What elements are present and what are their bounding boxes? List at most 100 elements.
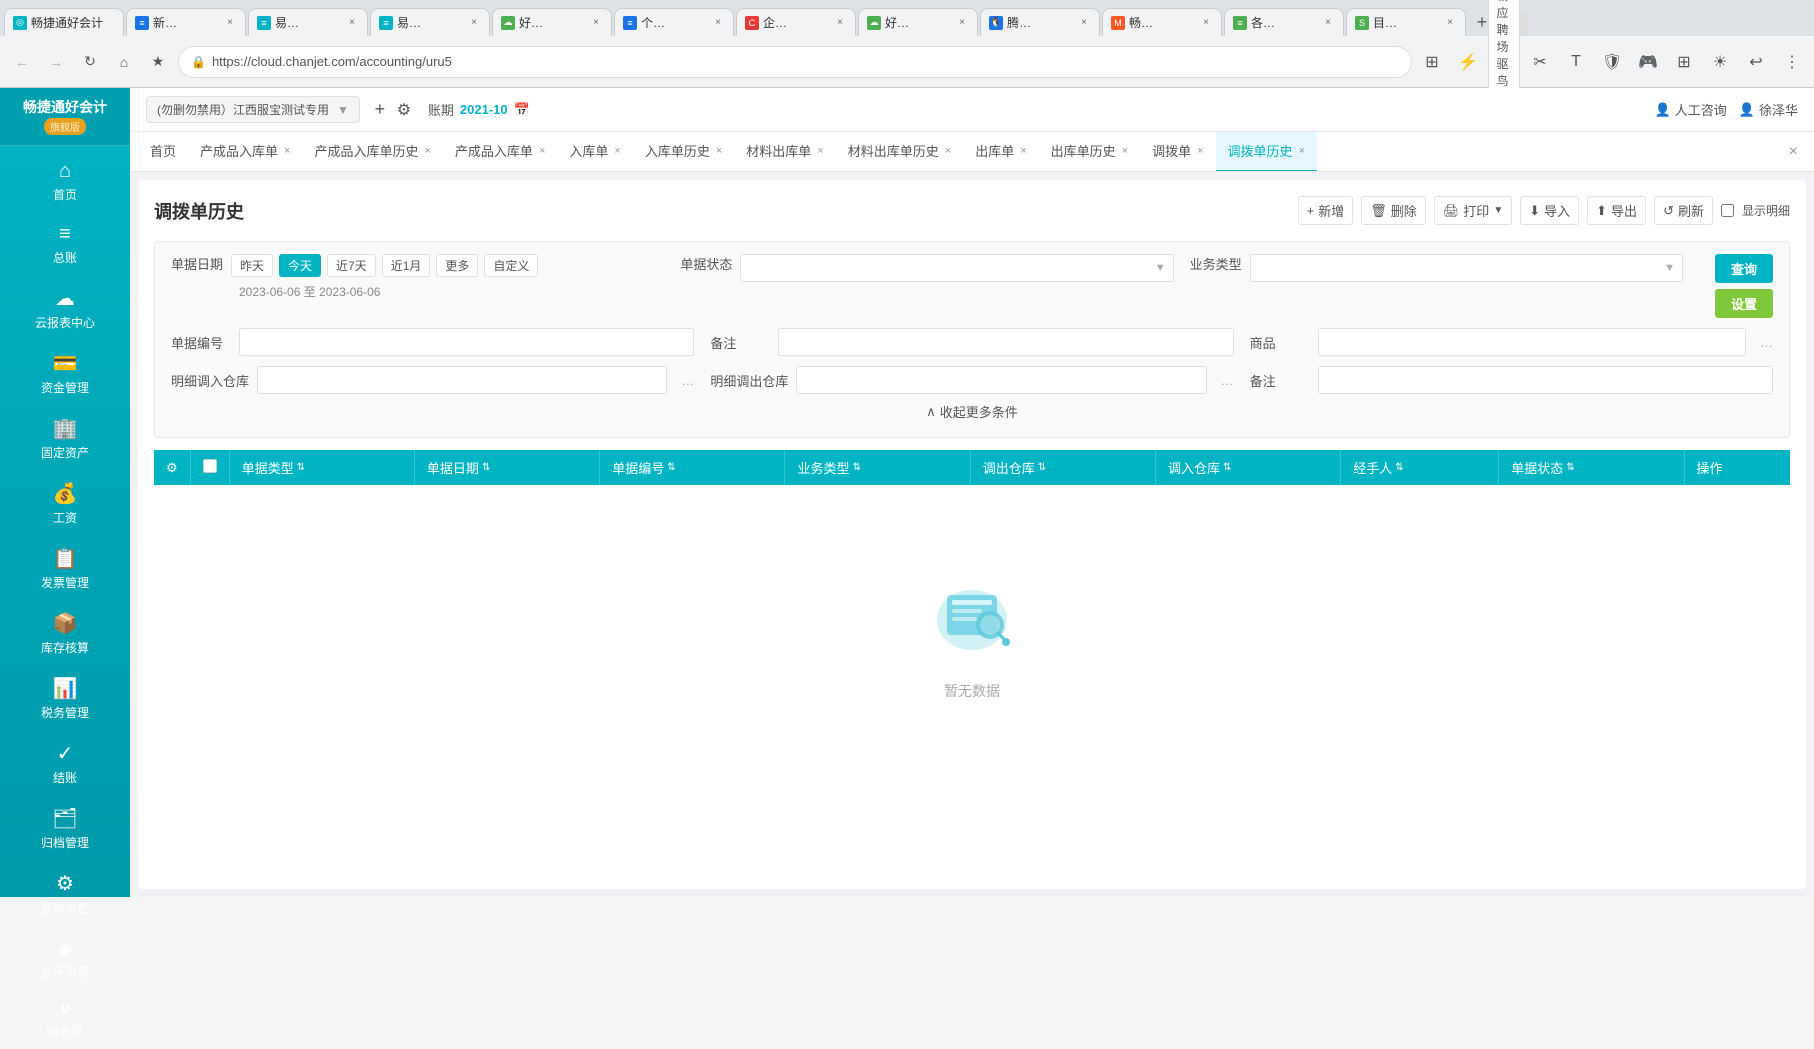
new-button[interactable]: + 新增	[1298, 196, 1354, 225]
browser-tab-3[interactable]: ≡ 易… ×	[248, 8, 368, 36]
service-button[interactable]: 👤 人工咨询	[1655, 100, 1727, 119]
page-tab-home[interactable]: 首页	[138, 132, 188, 172]
date-btn-today[interactable]: 今天	[279, 254, 321, 277]
goods-input[interactable]	[1318, 328, 1746, 356]
date-btn-yesterday[interactable]: 昨天	[231, 254, 273, 277]
sidebar-item-ledger[interactable]: ≡ 总账	[0, 213, 130, 276]
translate-icon[interactable]: T	[1562, 48, 1590, 76]
select-all-checkbox[interactable]	[203, 459, 217, 473]
tab-close-9[interactable]: ×	[1077, 16, 1091, 30]
browser-tab-4[interactable]: ≡ 易… ×	[370, 8, 490, 36]
sidebar-item-cloud-report[interactable]: ☁ 云报表中心	[0, 276, 130, 341]
browser-tab-12[interactable]: S 目… ×	[1346, 8, 1466, 36]
tab-close-5[interactable]: ×	[589, 16, 603, 30]
page-tab-finished-in[interactable]: 产成品入库单 ×	[188, 132, 302, 172]
col-header-handler[interactable]: 经手人 ⇅	[1341, 450, 1499, 485]
page-tab-outbound[interactable]: 出库单 ×	[963, 132, 1038, 172]
col-header-transfer-in[interactable]: 调入仓库 ⇅	[1155, 450, 1340, 485]
sidebar-item-asset[interactable]: 🏢 固定资产	[0, 406, 130, 471]
export-button[interactable]: ⬆ 导出	[1587, 196, 1646, 225]
col-header-doc-status[interactable]: 单据状态 ⇅	[1499, 450, 1684, 485]
detail-note-input[interactable]	[1318, 366, 1773, 394]
history-back-icon[interactable]: ↩	[1742, 48, 1770, 76]
note-input[interactable]	[778, 328, 1233, 356]
browser-tab-2[interactable]: ≡ 新… ×	[126, 8, 246, 36]
gear-column-header[interactable]: ⚙	[154, 450, 190, 485]
col-header-doc-date[interactable]: 单据日期 ⇅	[414, 450, 599, 485]
tab-transfer-close[interactable]: ×	[1197, 145, 1203, 157]
gamepad-icon[interactable]: 🎮	[1634, 48, 1662, 76]
home-button[interactable]: ⌂	[110, 48, 138, 76]
page-tab-outbound-hist[interactable]: 出库单历史 ×	[1039, 132, 1140, 172]
sidebar-item-inventory[interactable]: 📦 库存核算	[0, 601, 130, 666]
print-button[interactable]: 🖨 打印 ▼	[1434, 196, 1512, 225]
date-btn-7days[interactable]: 近7天	[327, 254, 376, 277]
detail-out-input[interactable]	[796, 366, 1206, 394]
page-tab-finished-in-hist[interactable]: 产成品入库单历史 ×	[302, 132, 442, 172]
detail-in-more-icon[interactable]: …	[681, 373, 694, 388]
tab-close-10[interactable]: ×	[1199, 16, 1213, 30]
browser-tab-10[interactable]: M 畅… ×	[1102, 8, 1222, 36]
search-bar-expand[interactable]: 学霸应聘场驱鸟员 🔥 热搜	[1490, 48, 1518, 76]
shield-icon[interactable]: 🛡	[1598, 48, 1626, 76]
detail-out-more-icon[interactable]: …	[1221, 373, 1234, 388]
biztype-input[interactable]	[1250, 254, 1683, 282]
tab-transfer-hist-close[interactable]: ×	[1299, 145, 1305, 157]
tab-inbound-close[interactable]: ×	[614, 145, 620, 157]
collapse-button[interactable]: ∧ 收起更多条件	[914, 398, 1030, 425]
goods-more-icon[interactable]: …	[1760, 335, 1773, 350]
sidebar-item-closing[interactable]: ✓ 结账	[0, 731, 130, 796]
extensions-button[interactable]: ⊞	[1418, 48, 1446, 76]
top-add-button[interactable]: +	[368, 98, 392, 122]
browser-tab-9[interactable]: 🐧 腾… ×	[980, 8, 1100, 36]
col-header-biz-type[interactable]: 业务类型 ⇅	[785, 450, 970, 485]
set-button[interactable]: 设置	[1715, 289, 1773, 318]
detail-in-input[interactable]	[257, 366, 667, 394]
more-menu[interactable]: ⋮	[1778, 48, 1806, 76]
browser-tab-11[interactable]: ≡ 各… ×	[1224, 8, 1344, 36]
docno-input[interactable]	[239, 328, 694, 356]
sidebar-item-guide[interactable]: ◈ 新手引导	[0, 926, 130, 991]
page-tab-inbound[interactable]: 入库单 ×	[557, 132, 632, 172]
user-button[interactable]: 👤 徐泽华	[1739, 100, 1798, 119]
tab-close-7[interactable]: ×	[833, 16, 847, 30]
sidebar-item-invoice[interactable]: 📋 发票管理	[0, 536, 130, 601]
reload-button[interactable]: ↻	[76, 48, 104, 76]
tab-close-6[interactable]: ×	[711, 16, 725, 30]
status-input[interactable]	[740, 254, 1173, 282]
tab-outbound-close[interactable]: ×	[1020, 145, 1026, 157]
tab-finished-in-hist-close[interactable]: ×	[424, 145, 430, 157]
browser-tab-8[interactable]: ☁ 好… ×	[858, 8, 978, 36]
tabs-close-all-button[interactable]: ×	[1781, 143, 1806, 161]
lightning-button[interactable]: ⚡	[1454, 48, 1482, 76]
sidebar-item-member[interactable]: V 畅会员	[0, 991, 130, 1049]
company-select[interactable]: (勿删勿禁用）江西服宝测试专用 ▼	[146, 96, 360, 123]
tab-close-11[interactable]: ×	[1321, 16, 1335, 30]
forward-button[interactable]: →	[42, 48, 70, 76]
col-header-transfer-out[interactable]: 调出仓库 ⇅	[970, 450, 1155, 485]
date-btn-custom[interactable]: 自定义	[484, 254, 538, 277]
sidebar-item-archive[interactable]: 🗂 归档管理	[0, 796, 130, 861]
bookmark-button[interactable]: ★	[144, 48, 172, 76]
theme-icon[interactable]: ☀	[1706, 48, 1734, 76]
back-button[interactable]: ←	[8, 48, 36, 76]
page-tab-finished-in2[interactable]: 产成品入库单 ×	[443, 132, 557, 172]
checkbox-column-header[interactable]	[190, 450, 229, 485]
tab-close-4[interactable]: ×	[467, 16, 481, 30]
calendar-icon[interactable]: 📅	[514, 102, 530, 118]
browser-tab-6[interactable]: ≡ 个… ×	[614, 8, 734, 36]
search-button[interactable]: 查询	[1715, 254, 1773, 283]
tab-finished-in-close[interactable]: ×	[284, 145, 290, 157]
tab-material-out-close[interactable]: ×	[817, 145, 823, 157]
grid-icon[interactable]: ⊞	[1670, 48, 1698, 76]
tab-close-8[interactable]: ×	[955, 16, 969, 30]
tab-material-out-hist-close[interactable]: ×	[945, 145, 951, 157]
sidebar-item-salary[interactable]: 💰 工资	[0, 471, 130, 536]
tab-finished-in2-close[interactable]: ×	[539, 145, 545, 157]
import-button[interactable]: ⬇ 导入	[1520, 196, 1579, 225]
page-tab-inbound-hist[interactable]: 入库单历史 ×	[633, 132, 734, 172]
refresh-button[interactable]: ↺ 刷新	[1654, 196, 1713, 225]
url-bar[interactable]: 🔒 https://cloud.chanjet.com/accounting/u…	[178, 46, 1412, 78]
browser-tab-5[interactable]: ☁ 好… ×	[492, 8, 612, 36]
tab-outbound-hist-close[interactable]: ×	[1122, 145, 1128, 157]
